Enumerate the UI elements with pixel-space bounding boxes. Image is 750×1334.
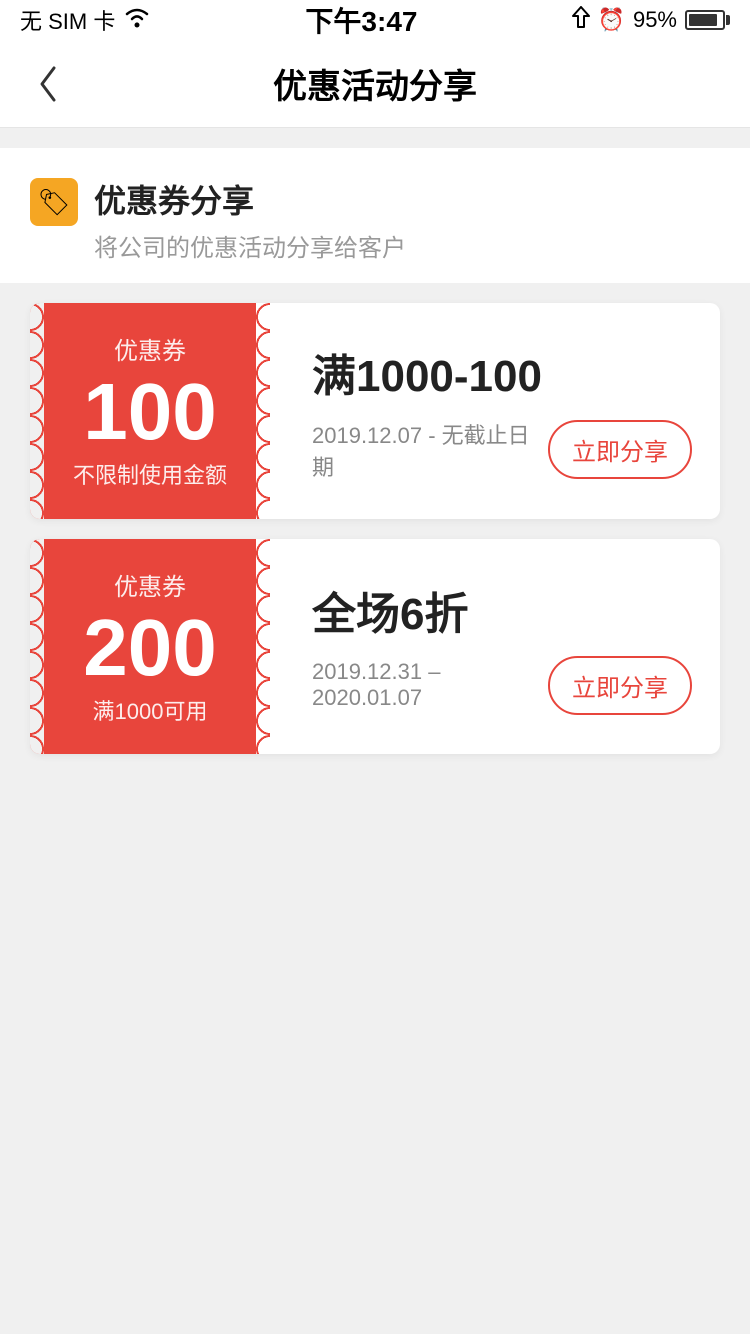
coupon-name-1: 满1000-100 <box>312 340 692 404</box>
wifi-icon <box>123 6 151 34</box>
page-title: 优惠活动分享 <box>273 59 477 108</box>
section-text: 优惠券分享 将公司的优惠活动分享给客户 <box>94 176 406 263</box>
coupon-amount-1: 100 <box>83 372 216 452</box>
coupon-date-2: 2019.12.31 – 2020.01.07 <box>312 659 532 711</box>
coupon-left-2: 优惠券 200 满1000可用 <box>30 539 270 755</box>
coupon-card-2: 优惠券 200 满1000可用 全场6折 2019.12.31 – 2020.0… <box>30 539 720 755</box>
coupon-amount-2: 200 <box>83 608 216 688</box>
empty-area <box>0 774 750 1274</box>
status-left: 无 SIM 卡 <box>20 4 151 36</box>
section-divider-top <box>0 128 750 148</box>
coupon-condition-1: 不限制使用金额 <box>73 462 227 491</box>
battery-icon <box>685 10 730 30</box>
no-sim-label: 无 SIM 卡 <box>20 4 115 36</box>
section-header: 🏷 优惠券分享 将公司的优惠活动分享给客户 <box>0 148 750 283</box>
coupon-label-2: 优惠券 <box>114 567 186 602</box>
location-icon <box>572 6 590 34</box>
coupon-share-button-2[interactable]: 立即分享 <box>548 656 692 715</box>
section-title: 优惠券分享 <box>94 176 406 222</box>
coupon-card-1: 优惠券 100 不限制使用金额 满1000-100 2019.12.07 - 无… <box>30 303 720 519</box>
coupon-date-1: 2019.12.07 - 无截止日期 <box>312 418 532 482</box>
coupon-right-1: 满1000-100 2019.12.07 - 无截止日期 立即分享 <box>270 303 720 519</box>
coupon-meta-2: 2019.12.31 – 2020.01.07 立即分享 <box>312 656 692 715</box>
nav-bar: 优惠活动分享 <box>0 40 750 128</box>
coupon-label-1: 优惠券 <box>114 331 186 366</box>
status-right: ⏰ 95% <box>572 6 730 34</box>
status-bar: 无 SIM 卡 下午3:47 ⏰ 95% <box>0 0 750 40</box>
coupon-meta-1: 2019.12.07 - 无截止日期 立即分享 <box>312 418 692 482</box>
battery-percent: 95% <box>633 7 677 33</box>
coupon-left-1: 优惠券 100 不限制使用金额 <box>30 303 270 519</box>
back-button[interactable] <box>24 60 72 108</box>
status-time: 下午3:47 <box>305 0 417 40</box>
coupon-section-icon: 🏷 <box>30 178 78 226</box>
coupon-name-2: 全场6折 <box>312 578 692 642</box>
coupon-condition-2: 满1000可用 <box>93 698 208 727</box>
coupon-share-button-1[interactable]: 立即分享 <box>548 420 692 479</box>
coupon-list: 优惠券 100 不限制使用金额 满1000-100 2019.12.07 - 无… <box>0 283 750 774</box>
alarm-icon: ⏰ <box>598 7 625 33</box>
coupon-right-2: 全场6折 2019.12.31 – 2020.01.07 立即分享 <box>270 539 720 755</box>
section-subtitle: 将公司的优惠活动分享给客户 <box>94 228 406 263</box>
